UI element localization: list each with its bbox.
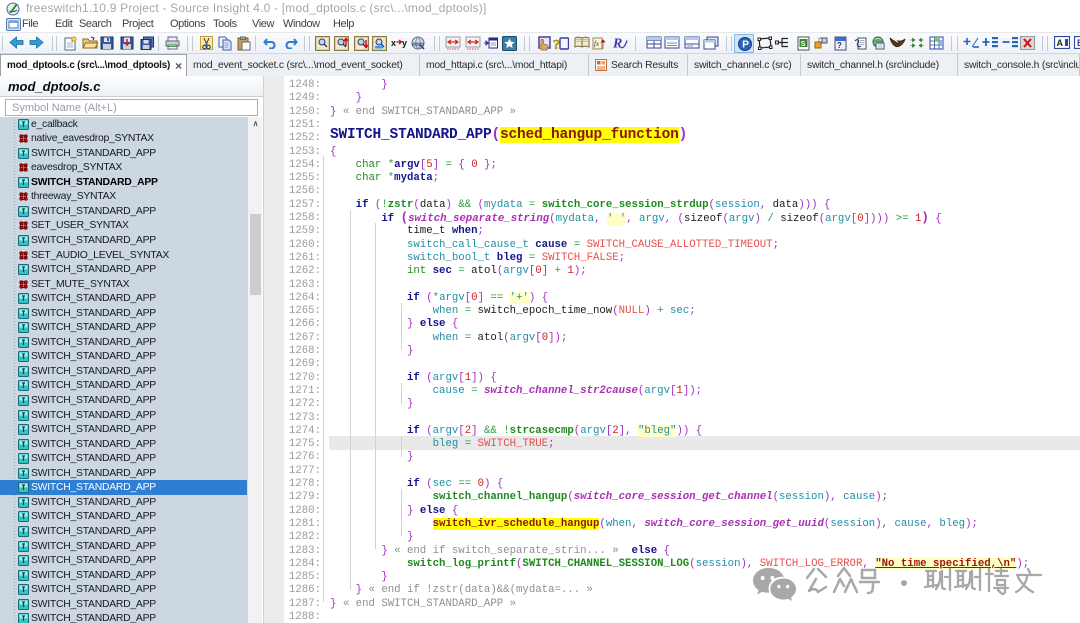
svg-text:fx: fx [594,40,600,48]
svg-text:A: A [1057,38,1064,48]
svg-text:?: ? [553,38,560,51]
svg-text:P: P [742,40,749,51]
svg-text:y: y [402,38,407,48]
svg-text:R: R [612,37,622,50]
svg-text:x: x [391,38,396,48]
svg-text:?: ? [837,41,842,50]
svg-text:S: S [801,41,806,48]
